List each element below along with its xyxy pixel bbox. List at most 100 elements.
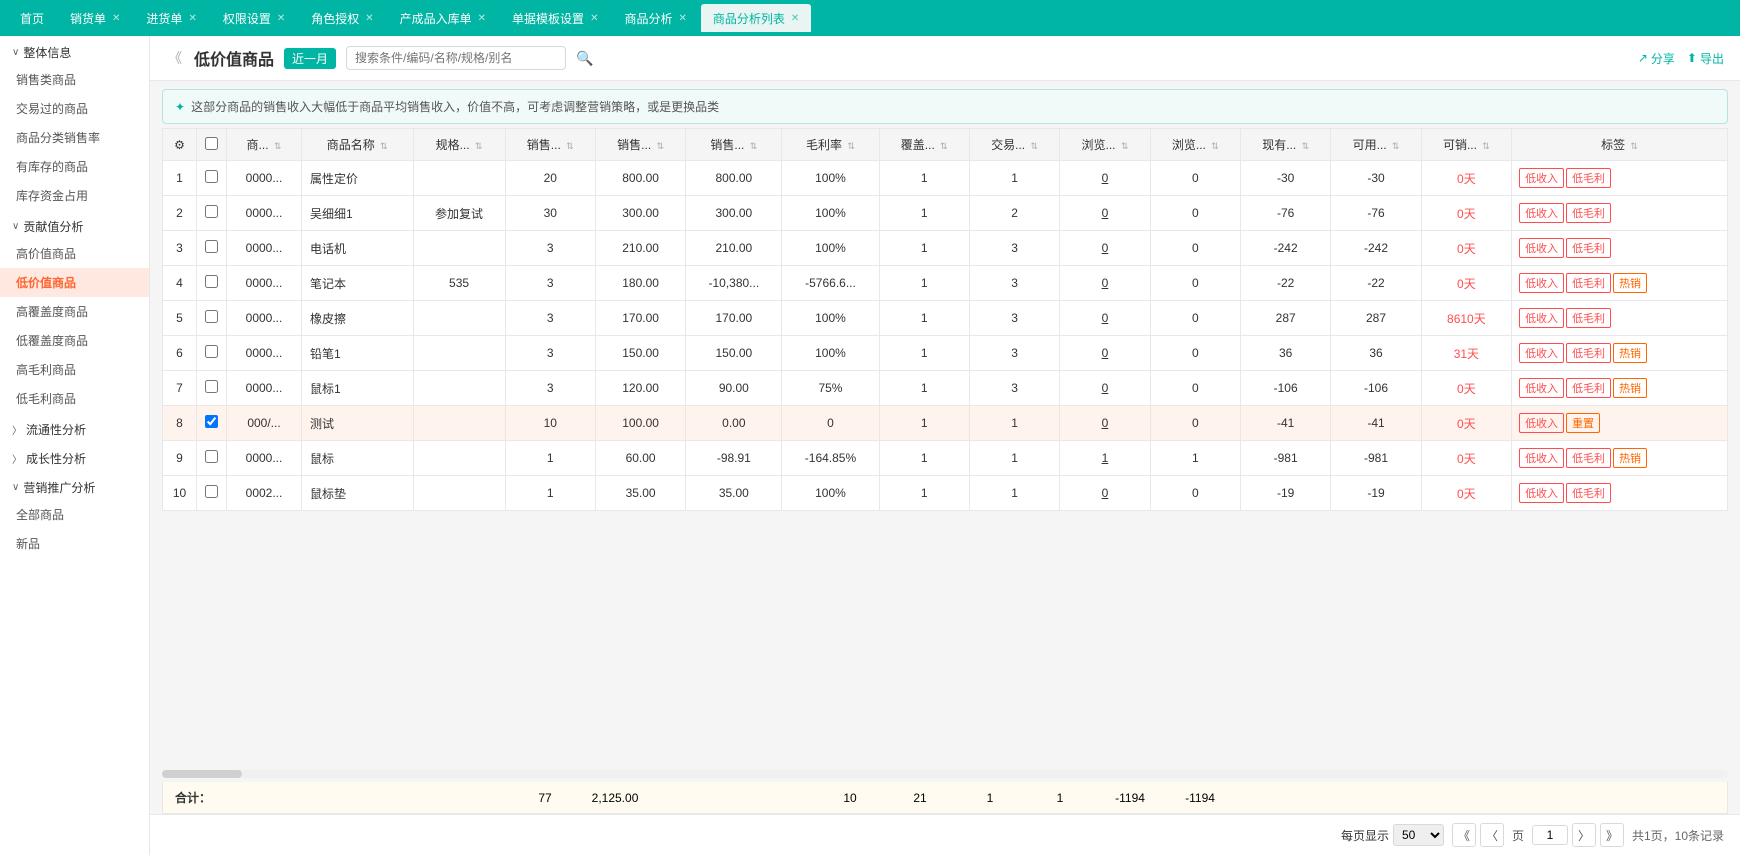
cell-checkbox: [197, 301, 227, 336]
cell-spec: [413, 161, 505, 196]
cell-col7[interactable]: 0: [1060, 406, 1150, 441]
cell-name: 橡皮擦: [302, 301, 414, 336]
sidebar-item-high-margin[interactable]: 高毛利商品: [0, 355, 149, 384]
page-input[interactable]: [1532, 825, 1568, 845]
cell-col4: 0: [782, 406, 879, 441]
cell-col7[interactable]: 0: [1060, 196, 1150, 231]
tag: 热销: [1613, 343, 1647, 363]
prev-page-button[interactable]: 〈: [1480, 823, 1504, 847]
row-checkbox[interactable]: [205, 450, 218, 463]
search-icon[interactable]: 🔍: [576, 50, 593, 67]
horizontal-scrollbar[interactable]: [162, 770, 1728, 778]
footer-col8: 1: [1025, 791, 1095, 805]
last-page-button[interactable]: 》: [1600, 823, 1624, 847]
nav-close-icon[interactable]: ✕: [112, 13, 120, 24]
nav-close-icon[interactable]: ✕: [791, 13, 799, 24]
sidebar-section-marketing[interactable]: ∨ 营销推广分析: [0, 471, 149, 500]
tag: 低毛利: [1566, 238, 1611, 258]
cell-spec: [413, 231, 505, 266]
col-sales2: 销售... ⇅: [595, 129, 685, 161]
first-page-button[interactable]: 《: [1452, 823, 1476, 847]
nav-close-icon[interactable]: ✕: [590, 13, 598, 24]
cell-no: 4: [163, 266, 197, 301]
sidebar-item-all-products[interactable]: 全部商品: [0, 500, 149, 529]
sidebar-section-overall[interactable]: ∨ 整体信息: [0, 36, 149, 65]
sidebar-item-low-value[interactable]: 低价值商品: [0, 268, 149, 297]
sidebar-item-category-sales-rate[interactable]: 商品分类销售率: [0, 123, 149, 152]
row-checkbox[interactable]: [205, 170, 218, 183]
cell-col7[interactable]: 0: [1060, 231, 1150, 266]
cell-col9: -242: [1240, 231, 1330, 266]
nav-close-icon[interactable]: ✕: [277, 13, 285, 24]
nav-template-settings[interactable]: 单据模板设置 ✕: [500, 4, 610, 32]
browse-link[interactable]: 0: [1102, 241, 1109, 255]
nav-close-icon[interactable]: ✕: [478, 13, 486, 24]
cell-no: 3: [163, 231, 197, 266]
scrollbar-thumb[interactable]: [162, 770, 242, 778]
row-checkbox[interactable]: [205, 310, 218, 323]
sidebar-section-growth[interactable]: 〉 成长性分析: [0, 442, 149, 471]
browse-link[interactable]: 0: [1102, 346, 1109, 360]
row-checkbox[interactable]: [205, 345, 218, 358]
nav-sales-order[interactable]: 销货单 ✕: [58, 4, 132, 32]
nav-close-icon[interactable]: ✕: [678, 13, 686, 24]
select-all-checkbox[interactable]: [205, 137, 218, 150]
per-page-select[interactable]: 50 100 200: [1393, 824, 1444, 846]
browse-link[interactable]: 0: [1102, 381, 1109, 395]
cell-col10: -76: [1331, 196, 1421, 231]
sidebar-item-high-value[interactable]: 高价值商品: [0, 239, 149, 268]
cell-tags: 低收入低毛利: [1512, 161, 1728, 196]
sidebar-item-low-coverage[interactable]: 低覆盖度商品: [0, 326, 149, 355]
browse-link[interactable]: 0: [1102, 171, 1109, 185]
cell-col2: 210.00: [595, 231, 685, 266]
cell-col7[interactable]: 0: [1060, 371, 1150, 406]
nav-close-icon[interactable]: ✕: [188, 13, 196, 24]
nav-purchase-order[interactable]: 进货单 ✕: [134, 4, 208, 32]
sidebar-item-high-coverage[interactable]: 高覆盖度商品: [0, 297, 149, 326]
browse-link[interactable]: 0: [1102, 206, 1109, 220]
sidebar-item-stock-products[interactable]: 有库存的商品: [0, 152, 149, 181]
browse-link[interactable]: 0: [1102, 276, 1109, 290]
cell-col7[interactable]: 0: [1060, 266, 1150, 301]
sidebar-item-new-products[interactable]: 新品: [0, 529, 149, 558]
browse-link[interactable]: 0: [1102, 486, 1109, 500]
cell-col4: -164.85%: [782, 441, 879, 476]
sidebar-item-sales-products[interactable]: 销售类商品: [0, 65, 149, 94]
cell-days: 0天: [1421, 161, 1511, 196]
search-input[interactable]: [346, 46, 566, 70]
nav-product-analysis-list[interactable]: 商品分析列表 ✕: [701, 4, 811, 32]
row-checkbox[interactable]: [205, 240, 218, 253]
browse-link[interactable]: 0: [1102, 416, 1109, 430]
sidebar-item-low-margin[interactable]: 低毛利商品: [0, 384, 149, 413]
sidebar-section-circulation[interactable]: 〉 流通性分析: [0, 413, 149, 442]
cell-col7[interactable]: 0: [1060, 161, 1150, 196]
nav-product-storage[interactable]: 产成品入库单 ✕: [388, 4, 498, 32]
nav-product-analysis[interactable]: 商品分析 ✕: [612, 4, 698, 32]
cell-col7[interactable]: 0: [1060, 476, 1150, 511]
sidebar-section-contribution[interactable]: ∨ 贡献值分析: [0, 210, 149, 239]
row-checkbox[interactable]: [205, 485, 218, 498]
row-checkbox[interactable]: [205, 380, 218, 393]
browse-link[interactable]: 1: [1102, 451, 1109, 465]
sidebar-item-traded-products[interactable]: 交易过的商品: [0, 94, 149, 123]
share-button[interactable]: ↗ 分享: [1638, 50, 1675, 67]
cell-col7[interactable]: 0: [1060, 336, 1150, 371]
col-settings[interactable]: ⚙: [163, 129, 197, 161]
nav-home[interactable]: 首页: [8, 4, 56, 32]
row-checkbox[interactable]: [205, 205, 218, 218]
filter-badge[interactable]: 近一月: [284, 48, 336, 69]
cell-col7[interactable]: 0: [1060, 301, 1150, 336]
nav-role-auth[interactable]: 角色授权 ✕: [299, 4, 385, 32]
row-checkbox[interactable]: [205, 275, 218, 288]
cell-code: 0000...: [227, 161, 302, 196]
next-page-button[interactable]: 〉: [1572, 823, 1596, 847]
nav-close-icon[interactable]: ✕: [365, 13, 373, 24]
sidebar-item-stock-capital[interactable]: 库存资金占用: [0, 181, 149, 210]
nav-permissions[interactable]: 权限设置 ✕: [211, 4, 297, 32]
browse-link[interactable]: 0: [1102, 311, 1109, 325]
collapse-sidebar-button[interactable]: 《: [166, 46, 184, 70]
export-button[interactable]: ⬆ 导出: [1687, 50, 1724, 67]
chevron-right-icon: 〉: [12, 422, 22, 437]
row-checkbox[interactable]: [205, 415, 218, 428]
cell-col7[interactable]: 1: [1060, 441, 1150, 476]
